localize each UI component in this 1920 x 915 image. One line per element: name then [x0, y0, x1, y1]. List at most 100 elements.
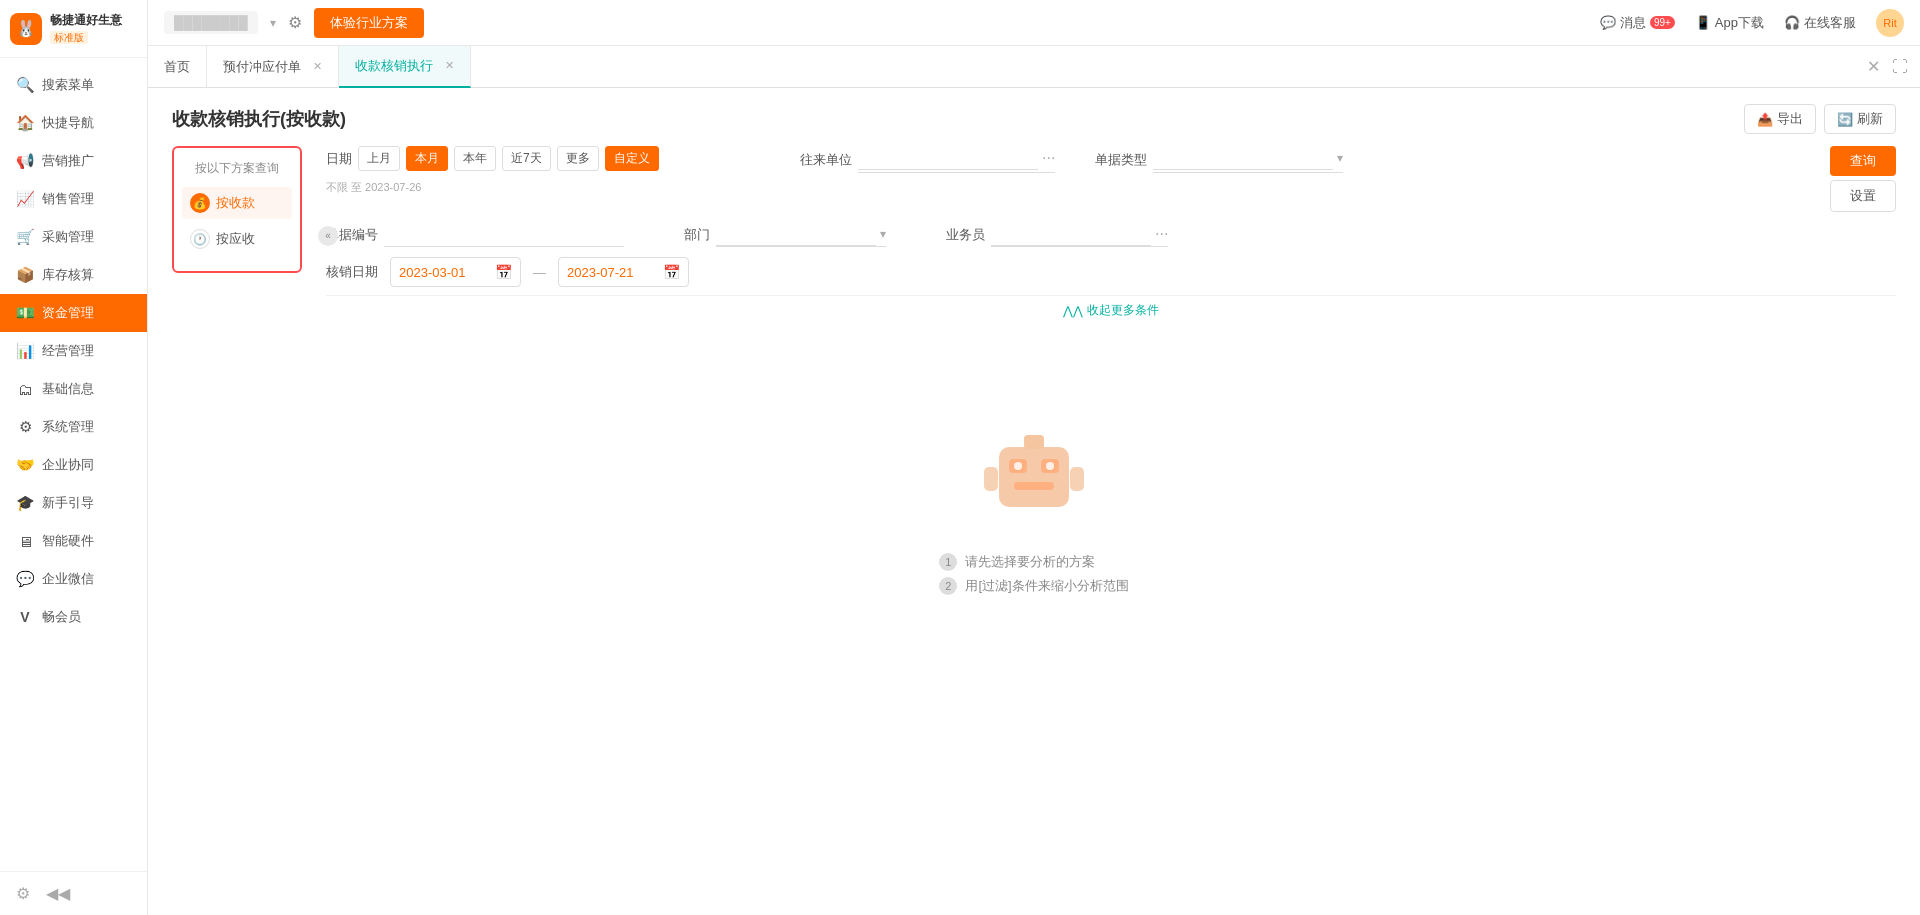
staff-input[interactable] — [991, 222, 1151, 246]
settings-button[interactable]: 设置 — [1830, 180, 1896, 212]
receivable-icon: 🕐 — [190, 229, 210, 249]
date-btn-last-month[interactable]: 上月 — [358, 146, 400, 171]
verify-end-cal-icon[interactable]: 📅 — [663, 264, 680, 280]
close-all-icon[interactable]: ✕ — [1867, 57, 1880, 76]
sidebar-item-marketing[interactable]: 📢 营销推广 — [0, 142, 147, 180]
svg-rect-8 — [1070, 467, 1084, 491]
tab-home-label: 首页 — [164, 58, 190, 76]
date-btn-more[interactable]: 更多 — [557, 146, 599, 171]
sidebar-label-operations: 经营管理 — [42, 342, 94, 360]
tip-1-text: 请先选择要分析的方案 — [965, 553, 1095, 571]
message-button[interactable]: 💬 消息 99+ — [1600, 14, 1675, 32]
docno-input[interactable] — [384, 223, 624, 247]
solution-button[interactable]: 体验行业方案 — [314, 8, 424, 38]
verify-start-field[interactable] — [399, 265, 489, 280]
sidebar-item-sales[interactable]: 📈 销售管理 — [0, 180, 147, 218]
dept-chevron-icon: ▾ — [880, 227, 886, 241]
dept-filter: 部门 ▾ — [684, 222, 886, 247]
tab-verify-close-icon[interactable]: ✕ — [445, 59, 454, 72]
export-button[interactable]: 📤 导出 — [1744, 104, 1816, 134]
download-icon: 📱 — [1695, 15, 1711, 30]
date-btn-custom[interactable]: 自定义 — [605, 146, 659, 171]
settings-icon[interactable]: ⚙ — [16, 884, 30, 903]
basic-info-icon: 🗂 — [16, 381, 34, 398]
service-icon: 🎧 — [1784, 15, 1800, 30]
filter-row-3: 核销日期 📅 — 📅 — [326, 257, 1896, 287]
operations-icon: 📊 — [16, 342, 34, 360]
user-menu[interactable]: Rit — [1876, 9, 1904, 37]
verify-end-field[interactable] — [567, 265, 657, 280]
date-btn-7days[interactable]: 近7天 — [502, 146, 551, 171]
wechat-icon: 💬 — [16, 570, 34, 588]
collapse-more-button[interactable]: ⋀⋀ 收起更多条件 — [326, 295, 1896, 325]
filter-sidebar-title: 按以下方案查询 — [182, 160, 292, 177]
doc-type-filter: 单据类型 ▾ — [1095, 146, 1343, 173]
sidebar-item-basic-info[interactable]: 🗂 基础信息 — [0, 370, 147, 408]
expand-icon[interactable]: ⛶ — [1892, 58, 1908, 76]
date-btn-this-year[interactable]: 本年 — [454, 146, 496, 171]
svg-rect-0 — [999, 447, 1069, 507]
edition-badge: 标准版 — [50, 31, 88, 44]
sidebar-item-member[interactable]: V 畅会员 — [0, 598, 147, 636]
sidebar-label-shortcut: 快捷导航 — [42, 114, 94, 132]
query-button[interactable]: 查询 — [1830, 146, 1896, 176]
tab-verify-label: 收款核销执行 — [355, 57, 433, 75]
verify-date-end-input[interactable]: 📅 — [558, 257, 689, 287]
date-btn-this-month[interactable]: 本月 — [406, 146, 448, 171]
counterpart-dots[interactable]: ··· — [1042, 149, 1055, 167]
sidebar-item-collab[interactable]: 🤝 企业协同 — [0, 446, 147, 484]
user-avatar: Rit — [1876, 9, 1904, 37]
counterpart-filter: 往来单位 ··· — [800, 146, 1055, 173]
collapse-sidebar-icon[interactable]: ◀◀ — [46, 884, 70, 903]
refresh-button[interactable]: 🔄 刷新 — [1824, 104, 1896, 134]
sidebar-logo: 🐰 畅捷通好生意 标准版 — [0, 0, 147, 58]
verify-start-cal-icon[interactable]: 📅 — [495, 264, 512, 280]
counterpart-label: 往来单位 — [800, 151, 852, 169]
header-app-name: ████████ — [164, 11, 258, 34]
sidebar-item-guide[interactable]: 🎓 新手引导 — [0, 484, 147, 522]
message-icon: 💬 — [1600, 15, 1616, 30]
sidebar-item-inventory[interactable]: 📦 库存核算 — [0, 256, 147, 294]
tab-prepay[interactable]: 预付冲应付单 ✕ — [207, 46, 339, 88]
svg-point-4 — [1014, 462, 1022, 470]
logo-text-block: 畅捷通好生意 标准版 — [50, 12, 122, 45]
sidebar-label-member: 畅会员 — [42, 608, 81, 626]
filter-option-by-receivable[interactable]: 🕐 按应收 — [182, 223, 292, 255]
sidebar-nav: 🔍 搜索菜单 🏠 快捷导航 📢 营销推广 📈 销售管理 🛒 采购管理 📦 库存核… — [0, 58, 147, 871]
verify-date-start-input[interactable]: 📅 — [390, 257, 521, 287]
tip-2-text: 用[过滤]条件来缩小分析范围 — [965, 577, 1128, 595]
svg-rect-6 — [1024, 435, 1044, 449]
sidebar-item-system[interactable]: ⚙ 系统管理 — [0, 408, 147, 446]
sidebar-label-search: 搜索菜单 — [42, 76, 94, 94]
tab-prepay-close-icon[interactable]: ✕ — [313, 60, 322, 73]
doc-type-select[interactable] — [1153, 146, 1333, 170]
sidebar-label-purchase: 采购管理 — [42, 228, 94, 246]
sidebar-item-shortcut[interactable]: 🏠 快捷导航 — [0, 104, 147, 142]
header-gear-icon[interactable]: ⚙ — [288, 13, 302, 32]
online-service-button[interactable]: 🎧 在线客服 — [1784, 14, 1856, 32]
counterpart-input[interactable] — [858, 146, 1038, 170]
sidebar-item-search[interactable]: 🔍 搜索菜单 — [0, 66, 147, 104]
collapse-filter-button[interactable]: « — [318, 226, 338, 246]
dept-select[interactable] — [716, 222, 876, 246]
sidebar-item-finance[interactable]: 💵 资金管理 — [0, 294, 147, 332]
tab-home[interactable]: 首页 — [148, 46, 207, 88]
app-download-button[interactable]: 📱 App下载 — [1695, 14, 1764, 32]
sidebar-item-hardware[interactable]: 🖥 智能硬件 — [0, 522, 147, 560]
system-icon: ⚙ — [16, 418, 34, 436]
receipt-icon: 💰 — [190, 193, 210, 213]
sidebar-item-wechat[interactable]: 💬 企业微信 — [0, 560, 147, 598]
staff-dots[interactable]: ··· — [1155, 225, 1168, 243]
date-filter-group: 日期 上月 本月 本年 近7天 更多 自定义 不限 至 2023-07-26 — [326, 146, 760, 195]
verify-date-label: 核销日期 — [326, 263, 378, 281]
page-header-actions: 📤 导出 🔄 刷新 — [1744, 104, 1896, 134]
sidebar-item-operations[interactable]: 📊 经营管理 — [0, 332, 147, 370]
empty-illustration — [974, 417, 1094, 537]
tab-verify[interactable]: 收款核销执行 ✕ — [339, 46, 471, 88]
robot-container — [974, 417, 1094, 537]
sidebar-label-inventory: 库存核算 — [42, 266, 94, 284]
sidebar-label-system: 系统管理 — [42, 418, 94, 436]
filter-option-by-receipt[interactable]: 💰 按收款 — [182, 187, 292, 219]
sidebar-item-purchase[interactable]: 🛒 采购管理 — [0, 218, 147, 256]
doc-type-label: 单据类型 — [1095, 151, 1147, 169]
